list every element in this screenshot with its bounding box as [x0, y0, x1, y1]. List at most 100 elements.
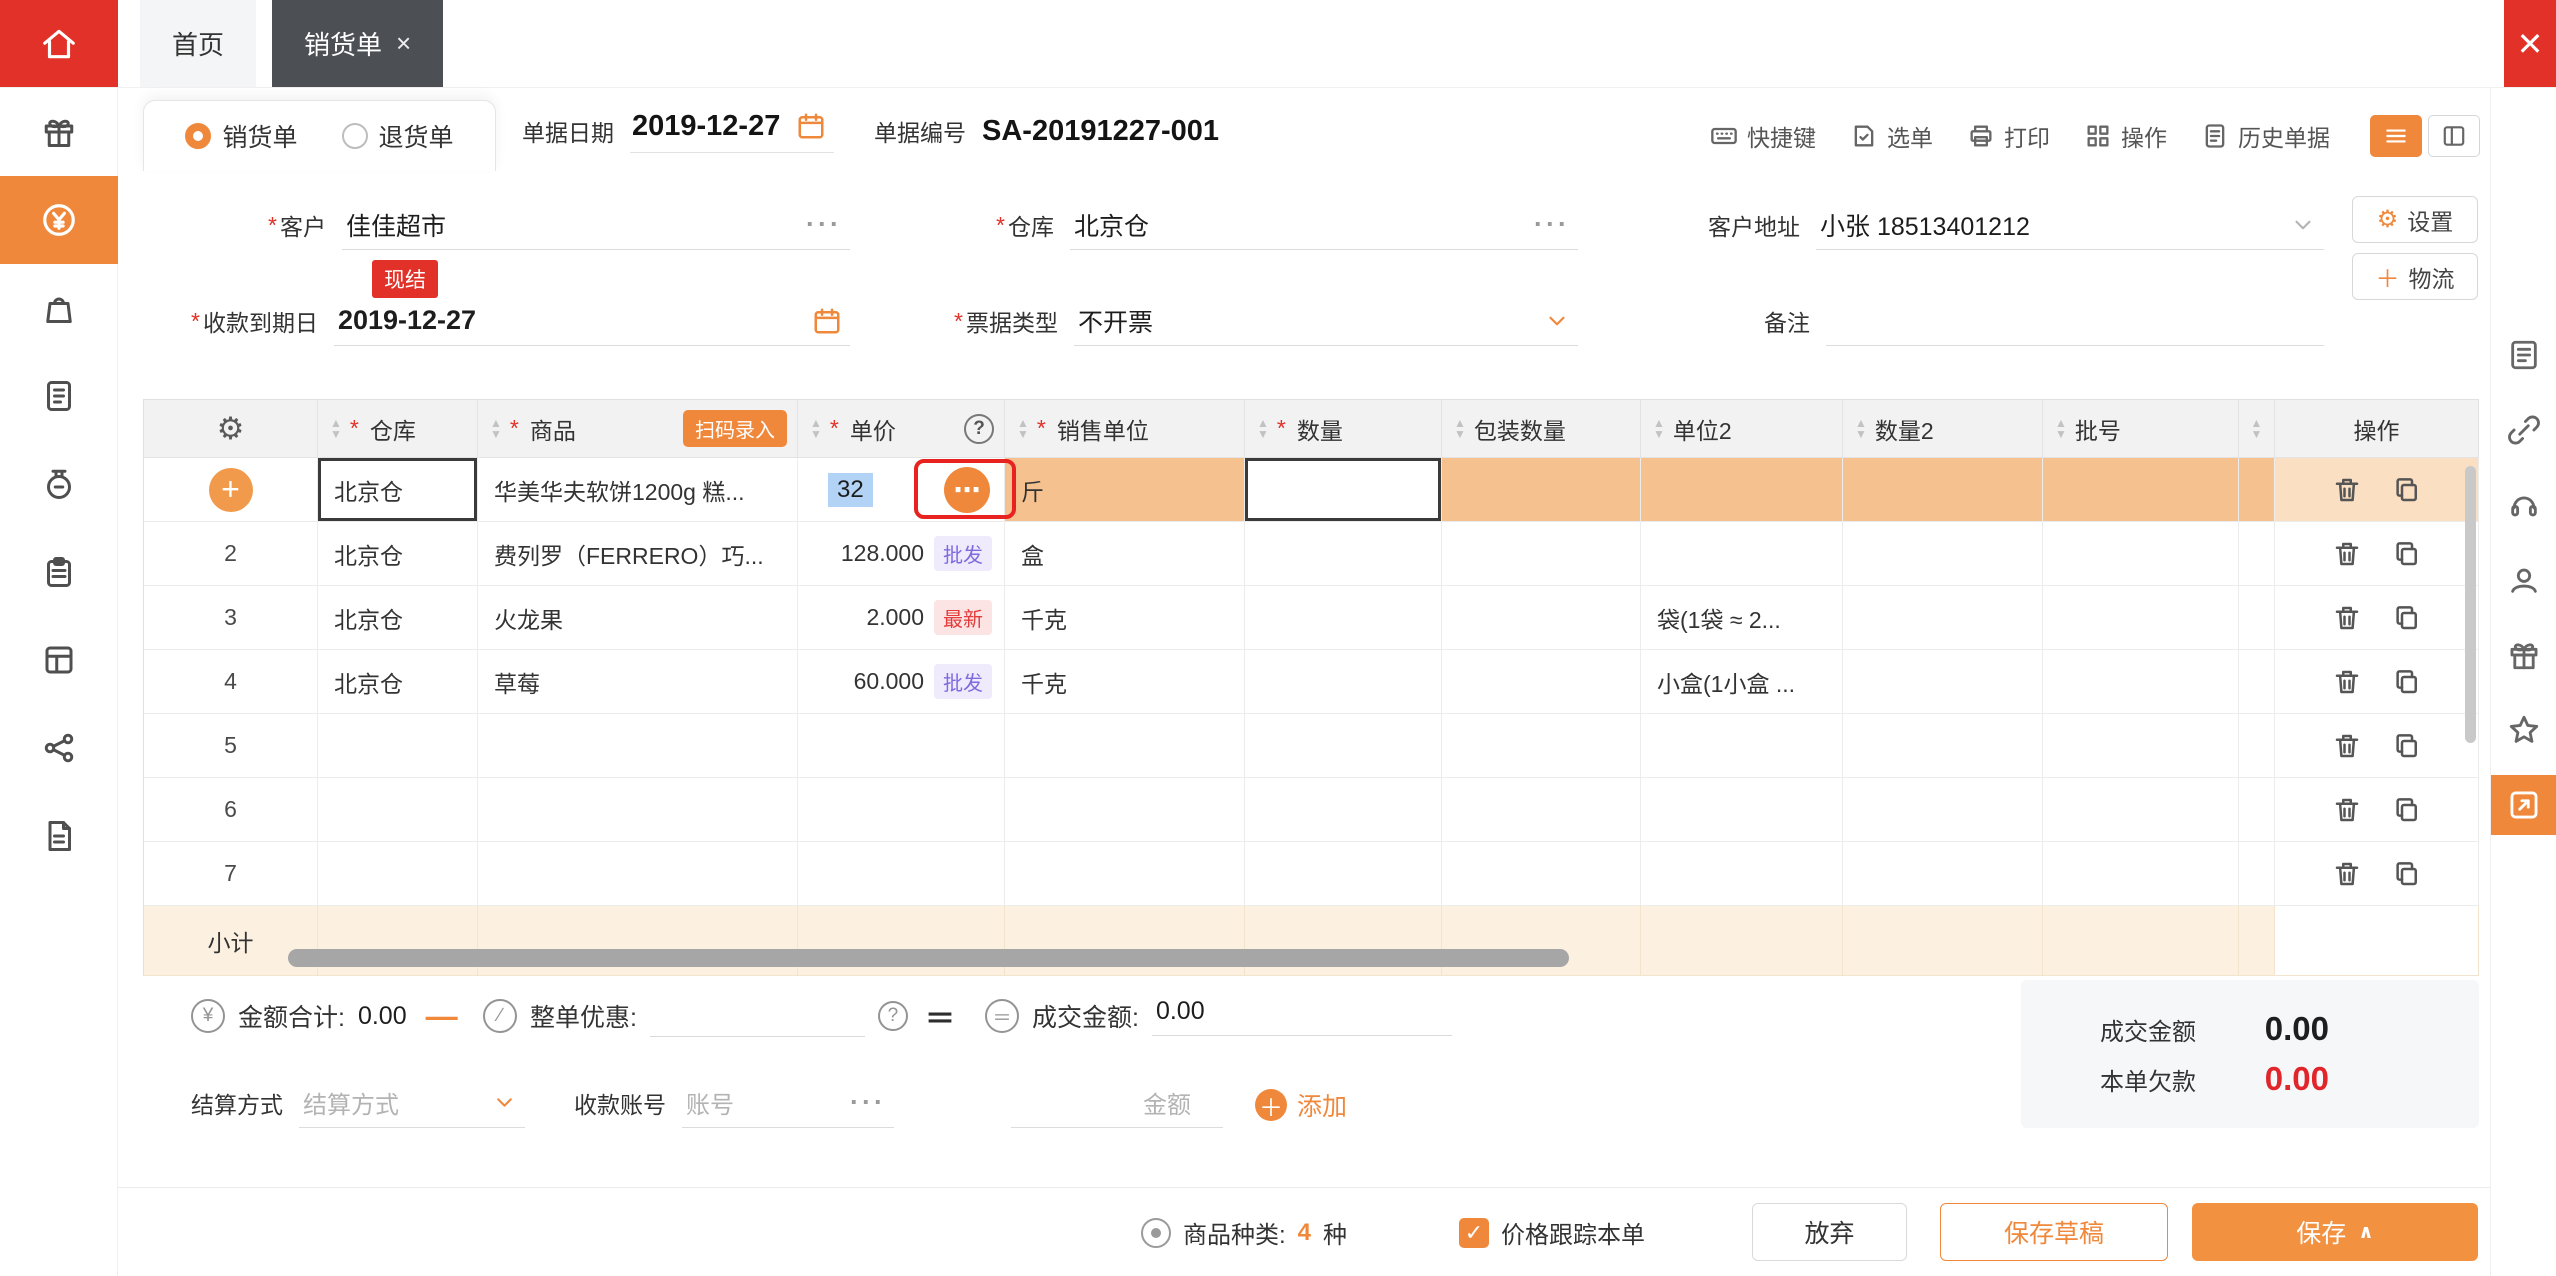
- cell-unit2[interactable]: [1641, 842, 1843, 906]
- sidebar-item-reports[interactable]: [0, 616, 118, 704]
- cell-quantity[interactable]: [1245, 522, 1442, 586]
- cell-batch[interactable]: [2043, 458, 2239, 522]
- sort-icon[interactable]: ▲ ▼: [2055, 417, 2067, 440]
- sidebar-item-notes[interactable]: [0, 792, 118, 880]
- toolbar-item-form[interactable]: [2491, 325, 2556, 385]
- minus-icon[interactable]: —: [426, 998, 458, 1035]
- cell-package-qty[interactable]: [1442, 458, 1641, 522]
- discount-input[interactable]: [649, 995, 865, 1037]
- col-header-hidden[interactable]: ▲ ▼: [2239, 400, 2275, 458]
- cell-qty2[interactable]: [1843, 778, 2043, 842]
- chevron-down-icon[interactable]: [2290, 212, 2316, 238]
- price-input-value[interactable]: 32: [828, 472, 873, 507]
- more-icon[interactable]: ···: [1534, 209, 1570, 240]
- calendar-icon[interactable]: [812, 306, 842, 336]
- cell-product[interactable]: 草莓: [478, 650, 798, 714]
- more-icon[interactable]: ···: [806, 209, 842, 240]
- delete-row-button[interactable]: [2332, 859, 2362, 889]
- doc-date-field[interactable]: 单据日期 2019-12-27: [522, 104, 835, 158]
- cell-product[interactable]: 火龙果: [478, 586, 798, 650]
- cell-product[interactable]: 费列罗（FERRERO）巧...: [478, 522, 798, 586]
- tab-close-icon[interactable]: ×: [396, 28, 411, 59]
- cell-quantity[interactable]: [1245, 714, 1442, 778]
- cell-package-qty[interactable]: [1442, 650, 1641, 714]
- sort-icon[interactable]: ▲ ▼: [490, 417, 502, 440]
- copy-row-button[interactable]: [2392, 731, 2422, 761]
- logistics-button[interactable]: ＋ 物流: [2352, 253, 2478, 300]
- cell-sales-unit[interactable]: 千克: [1005, 650, 1245, 714]
- cell-qty2[interactable]: [1843, 522, 2043, 586]
- sidebar-item-funds[interactable]: [0, 440, 118, 528]
- radio-sales-order[interactable]: 销货单: [185, 118, 298, 154]
- cell-package-qty[interactable]: [1442, 714, 1641, 778]
- cell-sales-unit[interactable]: 盒: [1005, 522, 1245, 586]
- col-header-unit2[interactable]: ▲ ▼ 单位2: [1641, 400, 1843, 458]
- chevron-down-icon[interactable]: [492, 1090, 517, 1115]
- add-payment-button[interactable]: ＋ 添加: [1255, 1087, 1347, 1123]
- cell-warehouse[interactable]: [318, 842, 478, 906]
- copy-row-button[interactable]: [2392, 475, 2422, 505]
- warehouse-field[interactable]: * 仓库 北京仓 ···: [996, 200, 1578, 250]
- col-header-qty2[interactable]: ▲ ▼ 数量2: [1843, 400, 2043, 458]
- delete-row-button[interactable]: [2332, 795, 2362, 825]
- save-dropdown-icon[interactable]: ∧: [2358, 1221, 2373, 1244]
- toolbar-item-favorites[interactable]: [2491, 700, 2556, 760]
- cell-qty2[interactable]: [1843, 458, 2043, 522]
- cell-sales-unit[interactable]: 斤: [1005, 458, 1245, 522]
- customer-address-field[interactable]: 客户地址 小张 18513401212: [1708, 200, 2324, 250]
- cell-batch[interactable]: [2043, 650, 2239, 714]
- cell-sales-unit[interactable]: 千克: [1005, 586, 1245, 650]
- cell-package-qty[interactable]: [1442, 778, 1641, 842]
- cell-quantity[interactable]: [1245, 586, 1442, 650]
- toolbar-item-support[interactable]: [2491, 475, 2556, 535]
- cell-qty2[interactable]: [1843, 714, 2043, 778]
- cell-qty2[interactable]: [1843, 586, 2043, 650]
- cell-warehouse[interactable]: 北京仓: [318, 650, 478, 714]
- cell-qty2[interactable]: [1843, 842, 2043, 906]
- cell-product[interactable]: [478, 842, 798, 906]
- cell-batch[interactable]: [2043, 778, 2239, 842]
- cell-qty2[interactable]: [1843, 650, 2043, 714]
- amount-field[interactable]: 金额: [1011, 1078, 1223, 1128]
- cell-unit2[interactable]: [1641, 522, 1843, 586]
- cell-batch[interactable]: [2043, 842, 2239, 906]
- select-doc-button[interactable]: 选单: [1850, 119, 1933, 153]
- cell-price[interactable]: [798, 714, 1005, 778]
- cell-price[interactable]: 2.000 最新: [798, 586, 1005, 650]
- toolbar-item-link[interactable]: [2491, 400, 2556, 460]
- cell-price[interactable]: 128.000 批发: [798, 522, 1005, 586]
- cell-batch[interactable]: [2043, 586, 2239, 650]
- remark-field[interactable]: 备注: [1764, 296, 2324, 346]
- sidebar-item-goods[interactable]: [0, 88, 118, 176]
- list-view-toggle[interactable]: [2370, 114, 2422, 157]
- sort-icon[interactable]: ▲ ▼: [1653, 417, 1665, 440]
- sort-icon[interactable]: ▲ ▼: [330, 417, 342, 440]
- settlement-method-field[interactable]: 结算方式 结算方式: [191, 1078, 525, 1128]
- price-track-option[interactable]: ✓ 价格跟踪本单: [1459, 1188, 1645, 1276]
- invoice-type-field[interactable]: * 票据类型 不开票: [954, 296, 1578, 346]
- cell-warehouse[interactable]: [318, 778, 478, 842]
- col-header-package-qty[interactable]: ▲ ▼ 包装数量: [1442, 400, 1641, 458]
- save-draft-button[interactable]: 保存草稿: [1940, 1203, 2168, 1261]
- cell-warehouse[interactable]: 北京仓: [318, 458, 478, 522]
- payment-account-field[interactable]: 收款账号 账号 ···: [574, 1078, 894, 1128]
- cell-sales-unit[interactable]: [1005, 842, 1245, 906]
- copy-row-button[interactable]: [2392, 603, 2422, 633]
- sidebar-item-inventory[interactable]: [0, 528, 118, 616]
- col-header-warehouse[interactable]: ▲ ▼ * 仓库: [318, 400, 478, 458]
- delete-row-button[interactable]: [2332, 603, 2362, 633]
- save-button[interactable]: 保存 ∧: [2192, 1203, 2478, 1261]
- question-icon[interactable]: ?: [877, 1001, 908, 1031]
- checkbox-checked-icon[interactable]: ✓: [1459, 1217, 1489, 1248]
- sidebar-item-orders[interactable]: [0, 352, 118, 440]
- cell-batch[interactable]: [2043, 522, 2239, 586]
- cell-unit2[interactable]: [1641, 714, 1843, 778]
- copy-row-button[interactable]: [2392, 859, 2422, 889]
- cell-quantity[interactable]: [1245, 778, 1442, 842]
- shortcut-keys-button[interactable]: 快捷键: [1710, 119, 1816, 153]
- plus-icon[interactable]: +: [208, 467, 253, 512]
- cell-package-qty[interactable]: [1442, 522, 1641, 586]
- cell-warehouse[interactable]: [318, 714, 478, 778]
- col-header-quantity[interactable]: ▲ ▼ * 数量: [1245, 400, 1442, 458]
- cell-batch[interactable]: [2043, 714, 2239, 778]
